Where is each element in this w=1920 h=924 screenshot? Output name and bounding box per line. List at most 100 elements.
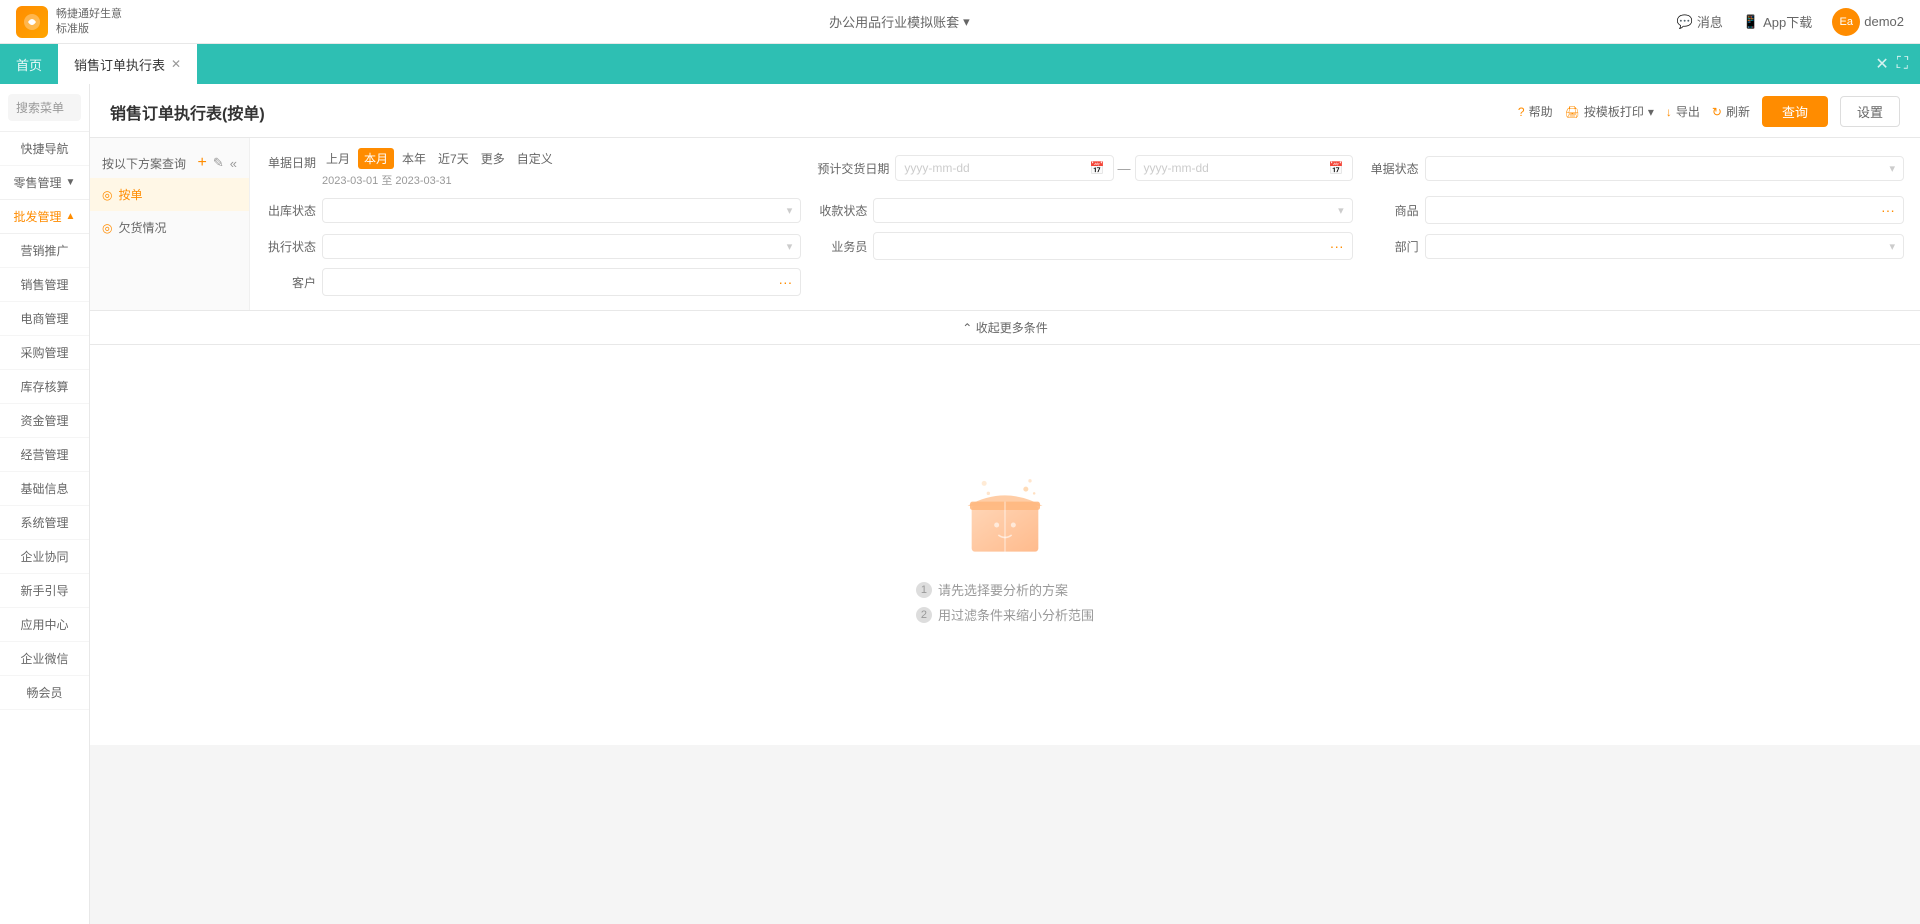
sidebar-item-newbie[interactable]: 新手引导 — [0, 574, 89, 608]
print-button[interactable]: 🖨 按模板打印 ▾ — [1565, 103, 1654, 120]
scheme-panel: 按以下方案查询 + ✎ « ◎ 按单 ◎ 欠货情况 — [90, 138, 250, 310]
doc-status-label: 单据状态 — [1369, 160, 1419, 177]
sidebar-item-sales-mgmt[interactable]: 销售管理 — [0, 268, 89, 302]
tab-bar-right: ✕ ⛶ — [1875, 54, 1920, 74]
message-icon: 💬 — [1677, 14, 1693, 30]
dept-label: 部门 — [1369, 238, 1419, 255]
sidebar-item-purchase-mgmt[interactable]: 采购管理 — [0, 336, 89, 370]
exec-status-chevron-icon: ▾ — [787, 240, 793, 253]
date-tabs-row: 上月 本月 本年 近7天 更多 自定义 — [322, 148, 801, 169]
export-button[interactable]: ↓ 导出 — [1666, 103, 1700, 120]
app-download-action[interactable]: 📱 App下载 — [1743, 12, 1812, 31]
expected-date-end-input[interactable]: yyyy-mm-dd 📅 — [1135, 155, 1353, 181]
date-tab-custom[interactable]: 自定义 — [513, 148, 557, 169]
sidebar-item-base-info[interactable]: 基础信息 — [0, 472, 89, 506]
empty-hint-2: 2 用过滤条件来缩小分析范围 — [916, 605, 1094, 624]
header-right: 💬 消息 📱 App下载 Ea demo2 — [1677, 8, 1904, 36]
out-status-chevron-icon: ▾ — [787, 204, 793, 217]
salesperson-label: 业务员 — [817, 238, 867, 255]
scheme-collapse-icon[interactable]: « — [230, 156, 237, 171]
print-chevron-icon: ▾ — [1648, 105, 1654, 119]
recv-status-label: 收款状态 — [817, 202, 867, 219]
expected-date-start-input[interactable]: yyyy-mm-dd 📅 — [895, 155, 1113, 181]
scheme-add-button[interactable]: + — [198, 154, 207, 172]
empty-hint-1: 1 请先选择要分析的方案 — [916, 580, 1094, 599]
dept-select[interactable]: ▾ — [1425, 234, 1904, 259]
sidebar-item-inventory[interactable]: 库存核算 — [0, 370, 89, 404]
scheme-item-by-debt[interactable]: ◎ 欠货情况 — [90, 211, 249, 244]
sidebar-item-enterprise-wechat[interactable]: 企业微信 — [0, 642, 89, 676]
sidebar-item-ecom-mgmt[interactable]: 电商管理 — [0, 302, 89, 336]
page-title: 销售订单执行表(按单) — [110, 100, 265, 124]
recv-status-group: 收款状态 ▾ — [817, 196, 1352, 224]
out-status-select[interactable]: ▾ — [322, 198, 801, 223]
goods-input[interactable]: ··· — [1425, 196, 1904, 224]
date-tab-more[interactable]: 更多 — [477, 148, 509, 169]
recv-status-select[interactable]: ▾ — [873, 198, 1352, 223]
dept-chevron-icon: ▾ — [1889, 240, 1895, 253]
customer-input[interactable]: ··· — [322, 268, 801, 296]
sidebar-item-sys-mgmt[interactable]: 系统管理 — [0, 506, 89, 540]
date-tab-last-7-days[interactable]: 近7天 — [434, 148, 473, 169]
date-tab-current-year[interactable]: 本年 — [398, 148, 430, 169]
sidebar-item-wholesale-mgmt[interactable]: 批发管理 ▲ — [0, 200, 89, 234]
tab-home[interactable]: 首页 — [0, 44, 58, 84]
sidebar-item-member[interactable]: 畅会员 — [0, 676, 89, 710]
query-button[interactable]: 查询 — [1762, 96, 1828, 127]
out-status-label: 出库状态 — [266, 202, 316, 219]
exec-status-group: 执行状态 ▾ — [266, 232, 801, 260]
tab-close-all-icon[interactable]: ✕ — [1875, 54, 1888, 74]
date-tab-current-month[interactable]: 本月 — [358, 148, 394, 169]
avatar: Ea — [1832, 8, 1860, 36]
sidebar-item-quick-nav[interactable]: 快捷导航 — [0, 132, 89, 166]
help-icon: ? — [1518, 105, 1525, 119]
salesperson-input[interactable]: ··· — [873, 232, 1352, 260]
empty-state: 1 请先选择要分析的方案 2 用过滤条件来缩小分析范围 — [90, 345, 1920, 745]
date-field-group: 单据日期 上月 本月 本年 近7天 更多 自定义 2023-03-01 至 20… — [266, 148, 801, 188]
recv-status-chevron-icon: ▾ — [1338, 204, 1344, 217]
sidebar-item-retail-mgmt[interactable]: 零售管理 ▼ — [0, 166, 89, 200]
doc-status-group: 单据状态 ▾ — [1369, 148, 1904, 188]
search-menu-button[interactable]: 搜索菜单 — [8, 94, 81, 121]
hint-num-1: 1 — [916, 582, 932, 598]
help-button[interactable]: ? 帮助 — [1518, 103, 1553, 120]
main-layout: 搜索菜单 快捷导航 零售管理 ▼ 批发管理 ▲ 营销推广 销售管理 电商管理 采… — [0, 84, 1920, 924]
date-tab-last-month[interactable]: 上月 — [322, 148, 354, 169]
collapse-more-button[interactable]: ⌃ 收起更多条件 — [90, 311, 1920, 345]
customer-label: 客户 — [266, 274, 316, 291]
sidebar-item-marketing[interactable]: 营销推广 — [0, 234, 89, 268]
tab-sales-order[interactable]: 销售订单执行表 ✕ — [58, 44, 197, 84]
refresh-icon: ↻ — [1712, 105, 1722, 119]
expected-date-group: 预计交货日期 yyyy-mm-dd 📅 — yyyy-mm-dd 📅 — [817, 148, 1352, 188]
message-action[interactable]: 💬 消息 — [1677, 12, 1723, 31]
tab-maximize-icon[interactable]: ⛶ — [1897, 55, 1908, 73]
chevron-up-icon: ▲ — [66, 211, 76, 222]
user-menu[interactable]: Ea demo2 — [1832, 8, 1904, 36]
settings-button[interactable]: 设置 — [1840, 96, 1900, 127]
filter-panel: 按以下方案查询 + ✎ « ◎ 按单 ◎ 欠货情况 — [90, 138, 1920, 311]
salesperson-more-icon: ··· — [1330, 238, 1344, 254]
sidebar-item-ops-mgmt[interactable]: 经营管理 — [0, 438, 89, 472]
customer-group: 客户 ··· — [266, 268, 801, 296]
out-status-group: 出库状态 ▾ — [266, 196, 801, 224]
exec-status-select[interactable]: ▾ — [322, 234, 801, 259]
tab-close-icon[interactable]: ✕ — [171, 57, 181, 71]
date-range-hint: 2023-03-01 至 2023-03-31 — [322, 172, 801, 188]
chevron-down-icon: ▼ — [66, 177, 76, 188]
content-area: 销售订单执行表(按单) ? 帮助 🖨 按模板打印 ▾ ↓ 导出 ↻ 刷新 — [90, 84, 1920, 924]
sidebar-item-finance-mgmt[interactable]: 资金管理 — [0, 404, 89, 438]
goods-group: 商品 ··· — [1369, 196, 1904, 224]
account-dropdown[interactable]: 办公用品行业模拟账套 ▾ — [829, 12, 970, 31]
sidebar-item-enterprise[interactable]: 企业协同 — [0, 540, 89, 574]
sidebar-item-app-center[interactable]: 应用中心 — [0, 608, 89, 642]
refresh-button[interactable]: ↻ 刷新 — [1712, 103, 1750, 120]
export-icon: ↓ — [1666, 105, 1672, 119]
scheme-item-by-order[interactable]: ◎ 按单 — [90, 178, 249, 211]
sidebar-search[interactable]: 搜索菜单 — [0, 84, 89, 132]
doc-status-select[interactable]: ▾ — [1425, 156, 1904, 181]
empty-illustration — [955, 460, 1055, 560]
download-icon: 📱 — [1743, 14, 1759, 30]
sidebar: 搜索菜单 快捷导航 零售管理 ▼ 批发管理 ▲ 营销推广 销售管理 电商管理 采… — [0, 84, 90, 924]
scheme-edit-icon[interactable]: ✎ — [213, 155, 224, 171]
print-icon: 🖨 — [1565, 105, 1580, 119]
